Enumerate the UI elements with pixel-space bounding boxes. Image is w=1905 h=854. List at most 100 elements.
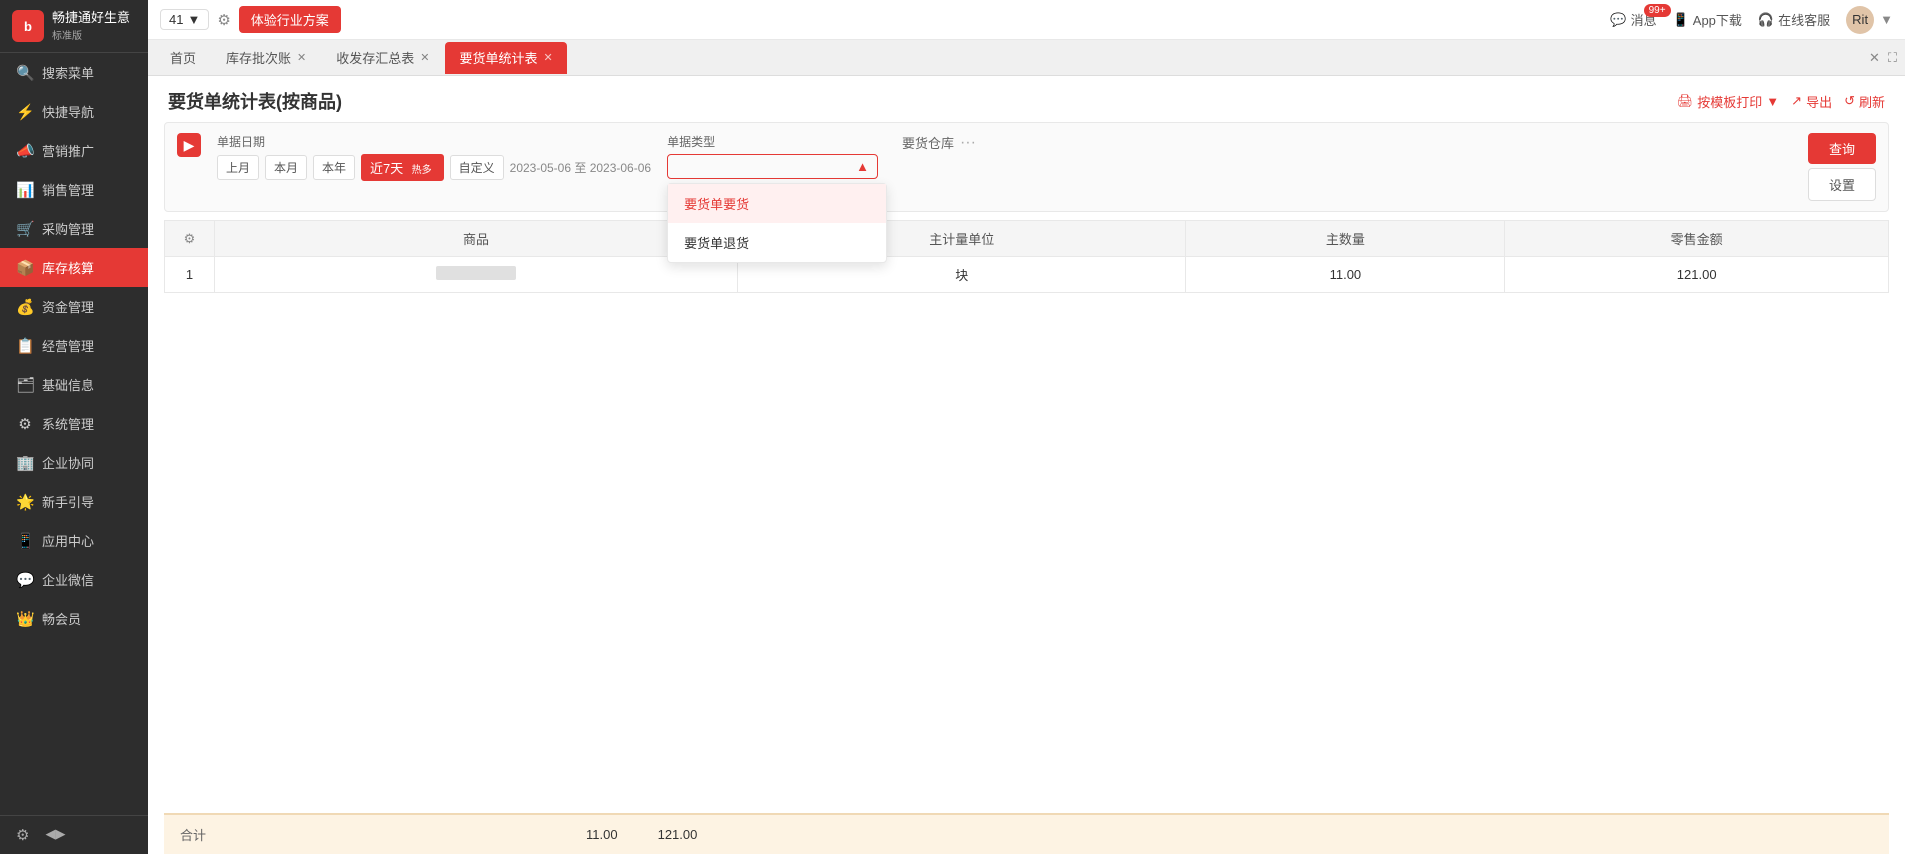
search-icon: 🔍 <box>16 64 34 82</box>
sidebar-item-quick-nav[interactable]: ⚡ 快捷导航 <box>0 92 148 131</box>
sidebar-bottom: ⚙ ◀▶ <box>0 815 148 854</box>
settings-btn[interactable]: ⚙ <box>217 11 230 29</box>
tab-close-inventory-batch[interactable]: ✕ <box>297 51 306 64</box>
date-btn-this-month[interactable]: 本月 <box>265 155 307 180</box>
trial-button[interactable]: 体验行业方案 <box>239 6 341 33</box>
refresh-label: 刷新 <box>1859 92 1885 111</box>
table-row: 1 块 11.00 121.00 <box>165 257 1889 293</box>
topbar-left: 41 ▼ ⚙ 体验行业方案 <box>160 6 1602 33</box>
settings-icon[interactable]: ⚙ <box>16 826 29 844</box>
online-service-btn[interactable]: 🎧 在线客服 <box>1758 10 1830 29</box>
sidebar-item-label: 经营管理 <box>42 336 94 355</box>
sidebar-item-label: 快捷导航 <box>42 102 94 121</box>
mobile-icon: 📱 <box>16 532 34 550</box>
total-label: 合计 <box>180 825 206 844</box>
date-controls: 上月 本月 本年 近7天 热多 自定义 2023-05-06 至 2023-06… <box>217 154 651 181</box>
print-btn[interactable]: 🖨 按模板打印 ▼ <box>1677 92 1779 111</box>
export-label: 导出 <box>1806 92 1832 111</box>
filter-expand-btn[interactable]: ▶ <box>177 133 201 157</box>
store-selector[interactable]: 41 ▼ <box>160 9 209 30</box>
filter-bar: ▶ 单据日期 上月 本月 本年 近7天 热多 自定义 2023-05-06 至 … <box>164 122 1889 212</box>
tab-home[interactable]: 首页 <box>156 42 210 74</box>
data-table: ⚙ 商品 主计量单位 主数量 零售金额 <box>164 220 1889 293</box>
hot-badge: 热多 <box>409 164 435 177</box>
tab-order-stats[interactable]: 要货单统计表 ✕ <box>445 42 566 74</box>
user-area[interactable]: Rit ▼ <box>1846 6 1893 34</box>
sidebar-item-label: 销售管理 <box>42 180 94 199</box>
filter-more-btn[interactable]: ··· <box>960 134 976 152</box>
type-filter-group: 单据类型 ▲ 要货单要货 要货单退货 <box>667 133 878 179</box>
sidebar-item-label: 企业协同 <box>42 453 94 472</box>
close-all-icon[interactable]: ✕ <box>1869 50 1880 66</box>
clipboard-icon: 📋 <box>16 337 34 355</box>
table-footer: 合计 11.00 121.00 <box>164 813 1889 854</box>
topbar: 41 ▼ ⚙ 体验行业方案 💬 消息 99+ 📱 App下载 🎧 在线客服 <box>148 0 1905 40</box>
sidebar-item-enterprise[interactable]: 🏢 企业协同 <box>0 443 148 482</box>
table-header-row: ⚙ 商品 主计量单位 主数量 零售金额 <box>165 221 1889 257</box>
col-amount: 零售金额 <box>1505 221 1889 257</box>
col-product: 商品 <box>215 221 738 257</box>
date-btn-7days[interactable]: 近7天 热多 <box>361 154 444 181</box>
page-actions: 🖨 按模板打印 ▼ ↗ 导出 ↺ 刷新 <box>1677 92 1885 111</box>
sidebar-item-search[interactable]: 🔍 搜索菜单 <box>0 53 148 92</box>
tab-close-order-stats[interactable]: ✕ <box>544 51 553 64</box>
sidebar-item-label: 系统管理 <box>42 414 94 433</box>
type-select[interactable]: ▲ <box>667 154 878 179</box>
export-btn[interactable]: ↗ 导出 <box>1791 92 1832 111</box>
sidebar-item-operations[interactable]: 📋 经营管理 <box>0 326 148 365</box>
main-content: 41 ▼ ⚙ 体验行业方案 💬 消息 99+ 📱 App下载 🎧 在线客服 <box>148 0 1905 854</box>
message-icon: 💬 <box>1610 12 1626 28</box>
export-icon: ↗ <box>1791 93 1802 109</box>
logo-abbr: b <box>24 19 32 34</box>
app-download-btn[interactable]: 📱 App下载 <box>1673 10 1742 29</box>
sidebar-item-finance[interactable]: 💰 资金管理 <box>0 287 148 326</box>
tab-receive-summary[interactable]: 收发存汇总表 ✕ <box>322 42 443 74</box>
column-settings-icon[interactable]: ⚙ <box>184 231 196 246</box>
dropdown-item-order-return[interactable]: 要货单退货 <box>668 223 886 262</box>
sidebar-item-member[interactable]: 👑 畅会员 <box>0 599 148 638</box>
date-btn-custom[interactable]: 自定义 <box>450 155 504 180</box>
refresh-btn[interactable]: ↺ 刷新 <box>1844 92 1885 111</box>
tab-inventory-batch[interactable]: 库存批次账 ✕ <box>212 42 320 74</box>
set-button[interactable]: 设置 <box>1808 168 1876 201</box>
lightning-icon: ⚡ <box>16 103 34 121</box>
date-btn-this-year[interactable]: 本年 <box>313 155 355 180</box>
online-service-label: 在线客服 <box>1778 10 1830 29</box>
query-button[interactable]: 查询 <box>1808 133 1876 164</box>
sidebar-item-system[interactable]: ⚙ 系统管理 <box>0 404 148 443</box>
download-icon: 📱 <box>1673 12 1689 28</box>
sidebar-item-label: 库存核算 <box>42 258 94 277</box>
cart-icon: 🛒 <box>16 220 34 238</box>
messages-btn[interactable]: 💬 消息 99+ <box>1610 10 1656 29</box>
type-input[interactable] <box>676 159 852 174</box>
sidebar-item-apps[interactable]: 📱 应用中心 <box>0 521 148 560</box>
logo-text: 畅捷通好生意 <box>52 10 130 27</box>
chevron-down-icon: ▼ <box>1880 12 1893 27</box>
sidebar-item-guide[interactable]: 🌟 新手引导 <box>0 482 148 521</box>
type-filter-label: 单据类型 <box>667 133 878 150</box>
sidebar-item-sales[interactable]: 📊 销售管理 <box>0 170 148 209</box>
tab-label: 首页 <box>170 48 196 67</box>
date-btn-last-month[interactable]: 上月 <box>217 155 259 180</box>
product-name-placeholder <box>436 266 516 280</box>
sidebar-item-label: 搜索菜单 <box>42 63 94 82</box>
crown-icon: 👑 <box>16 610 34 628</box>
sidebar-item-inventory[interactable]: 📦 库存核算 <box>0 248 148 287</box>
sidebar-item-marketing[interactable]: 📣 营销推广 <box>0 131 148 170</box>
sidebar-item-label: 采购管理 <box>42 219 94 238</box>
collapse-icon[interactable]: ◀▶ <box>45 826 65 844</box>
tab-close-receive-summary[interactable]: ✕ <box>420 51 429 64</box>
chat-icon: 💬 <box>16 571 34 589</box>
expand-icon[interactable]: ⛶ <box>1888 50 1897 66</box>
table-container: ⚙ 商品 主计量单位 主数量 零售金额 <box>148 220 1905 813</box>
page-header: 要货单统计表(按商品) 🖨 按模板打印 ▼ ↗ 导出 ↺ 刷新 <box>148 76 1905 122</box>
logo-text-wrap: 畅捷通好生意 标准版 <box>52 10 130 42</box>
sidebar-item-wechat[interactable]: 💬 企业微信 <box>0 560 148 599</box>
dropdown-item-order-goods[interactable]: 要货单要货 <box>668 184 886 223</box>
tab-label: 收发存汇总表 <box>336 48 414 67</box>
chevron-down-icon: ▼ <box>187 12 200 27</box>
warehouse-label: 要货仓库 <box>902 133 954 152</box>
sidebar-item-basic[interactable]: 🗂 基础信息 <box>0 365 148 404</box>
store-name: 41 <box>169 12 183 27</box>
sidebar-item-purchase[interactable]: 🛒 采购管理 <box>0 209 148 248</box>
